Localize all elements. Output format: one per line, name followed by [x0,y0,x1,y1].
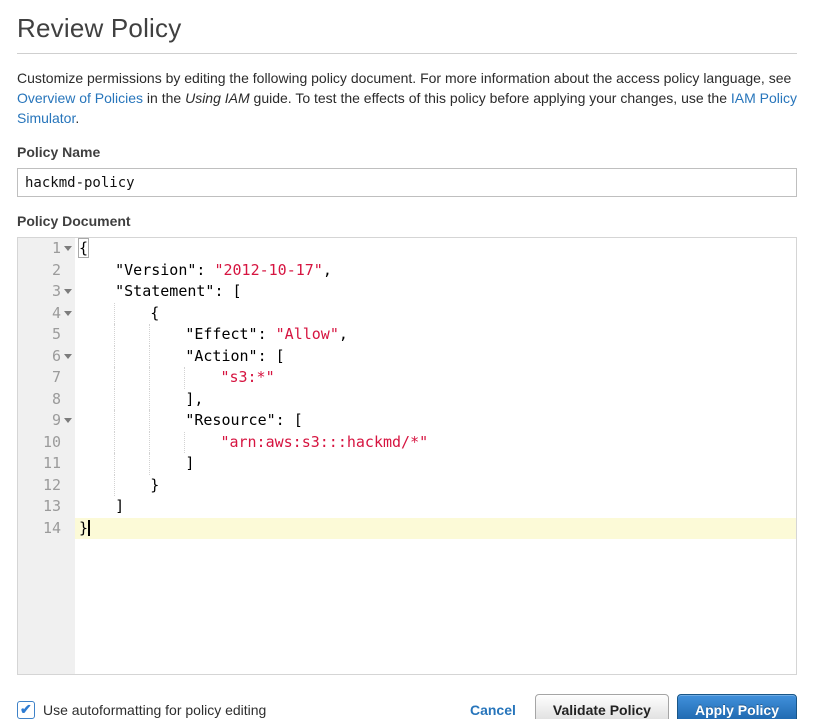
code-line: "Resource": [ [75,410,796,432]
line-number: 3 [18,281,75,303]
fold-toggle-icon[interactable] [64,311,72,316]
editor-gutter: 1234567891011121314 [18,238,75,674]
code-line: } [75,518,796,540]
code-line: "Version": "2012-10-17", [75,260,796,282]
fold-toggle-icon[interactable] [64,246,72,251]
autoformat-option[interactable]: Use autoformatting for policy editing [17,701,266,719]
fold-toggle-icon[interactable] [64,418,72,423]
line-number: 1 [18,238,75,260]
code-line: ] [75,453,796,475]
validate-policy-button[interactable]: Validate Policy [535,694,669,719]
line-number: 4 [18,303,75,325]
intro-text-segment: in the [143,90,185,106]
line-number: 9 [18,410,75,432]
fold-toggle-icon[interactable] [64,354,72,359]
policy-document-editor[interactable]: 1234567891011121314 {"Version": "2012-10… [17,237,797,675]
line-number: 10 [18,432,75,454]
intro-text-segment: . [75,110,79,126]
policy-name-input[interactable] [17,168,797,197]
line-number: 2 [18,260,75,282]
intro-text-segment: Customize permissions by editing the fol… [17,70,791,86]
page-title: Review Policy [17,0,797,44]
line-number: 8 [18,389,75,411]
line-number: 6 [18,346,75,368]
text-cursor [88,520,90,536]
code-line: "arn:aws:s3:::hackmd/*" [75,432,796,454]
intro-text-segment: guide. To test the effects of this polic… [250,90,731,106]
code-line: "s3:*" [75,367,796,389]
line-number: 11 [18,453,75,475]
action-buttons: Cancel Validate Policy Apply Policy [470,694,797,719]
line-number: 13 [18,496,75,518]
code-line: "Effect": "Allow", [75,324,796,346]
code-line: } [75,475,796,497]
intro-text: Customize permissions by editing the fol… [17,68,797,128]
autoformat-checkbox[interactable] [17,701,35,719]
intro-italic-text: Using IAM [185,90,250,106]
code-line: ], [75,389,796,411]
editor-code: {"Version": "2012-10-17","Statement": [{… [75,238,796,674]
fold-toggle-icon[interactable] [64,289,72,294]
cancel-link[interactable]: Cancel [470,702,516,718]
code-line: "Action": [ [75,346,796,368]
autoformat-label: Use autoformatting for policy editing [43,702,266,718]
footer-bar: Use autoformatting for policy editing Ca… [17,694,797,719]
overview-of-policies-link[interactable]: Overview of Policies [17,90,143,106]
policy-document-label: Policy Document [17,213,797,229]
line-number: 12 [18,475,75,497]
line-number: 5 [18,324,75,346]
code-line: { [75,238,796,260]
line-number: 7 [18,367,75,389]
policy-name-label: Policy Name [17,144,797,160]
review-policy-page: Review Policy Customize permissions by e… [0,0,814,719]
code-line: ] [75,496,796,518]
code-line: { [75,303,796,325]
line-number: 14 [18,518,75,540]
code-line: "Statement": [ [75,281,796,303]
title-divider [17,53,797,54]
apply-policy-button[interactable]: Apply Policy [677,694,797,719]
